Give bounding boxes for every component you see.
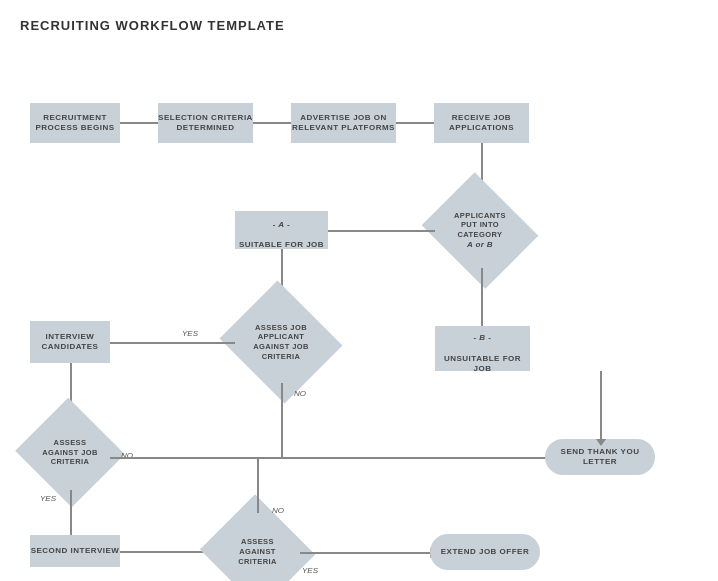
assess-against-job-node: ASSESSAGAINST JOBCRITERIA	[30, 415, 110, 490]
yes-label-1: YES	[182, 329, 198, 338]
arrow-11	[70, 490, 72, 535]
suitable-for-job-node: - A - SUITABLE FOR JOB	[235, 211, 328, 249]
page-title: RECRUITING WORKFLOW TEMPLATE	[20, 18, 698, 33]
flowchart: RECRUITMENT PROCESS BEGINS SELECTION CRI…	[20, 51, 698, 581]
arrow-9v	[281, 383, 283, 458]
arrow-15h	[257, 457, 562, 459]
no-label-2: NO	[121, 451, 133, 460]
assess-against-criteria-node: ASSESSAGAINSTCRITERIA	[215, 513, 300, 581]
no-label-1: NO	[294, 389, 306, 398]
arrow-8	[110, 342, 235, 344]
yes-label-2: YES	[40, 494, 56, 503]
arrow-14	[300, 552, 430, 554]
arrow-1	[120, 122, 158, 124]
assess-applicant-node: ASSESS JOBAPPLICANTAGAINST JOBCRITERIA	[235, 301, 327, 383]
no-label-3: NO	[272, 506, 284, 515]
advertise-job-node: ADVERTISE JOB ON RELEVANT PLATFORMS	[291, 103, 396, 143]
selection-criteria-node: SELECTION CRITERIA DETERMINED	[158, 103, 253, 143]
extend-job-offer-node: EXTEND JOB OFFER	[430, 534, 540, 570]
second-interview-node: SECOND INTERVIEW	[30, 535, 120, 567]
arrow-5	[328, 230, 435, 232]
unsuitable-for-job-node: - B - UNSUITABLE FOR JOB	[435, 326, 530, 371]
recruitment-process-node: RECRUITMENT PROCESS BEGINS	[30, 103, 120, 143]
arrow-15v	[257, 457, 259, 513]
interview-candidates-node: INTERVIEW CANDIDATES	[30, 321, 110, 363]
arrow-3	[396, 122, 434, 124]
arrow-16	[600, 371, 602, 439]
yes-label-3: YES	[302, 566, 318, 575]
applicants-category-node: APPLICANTSPUT INTOCATEGORYA or B	[435, 193, 525, 268]
receive-job-node: RECEIVE JOB APPLICATIONS	[434, 103, 529, 143]
arrow-2	[253, 122, 291, 124]
arrow-7	[481, 268, 483, 326]
